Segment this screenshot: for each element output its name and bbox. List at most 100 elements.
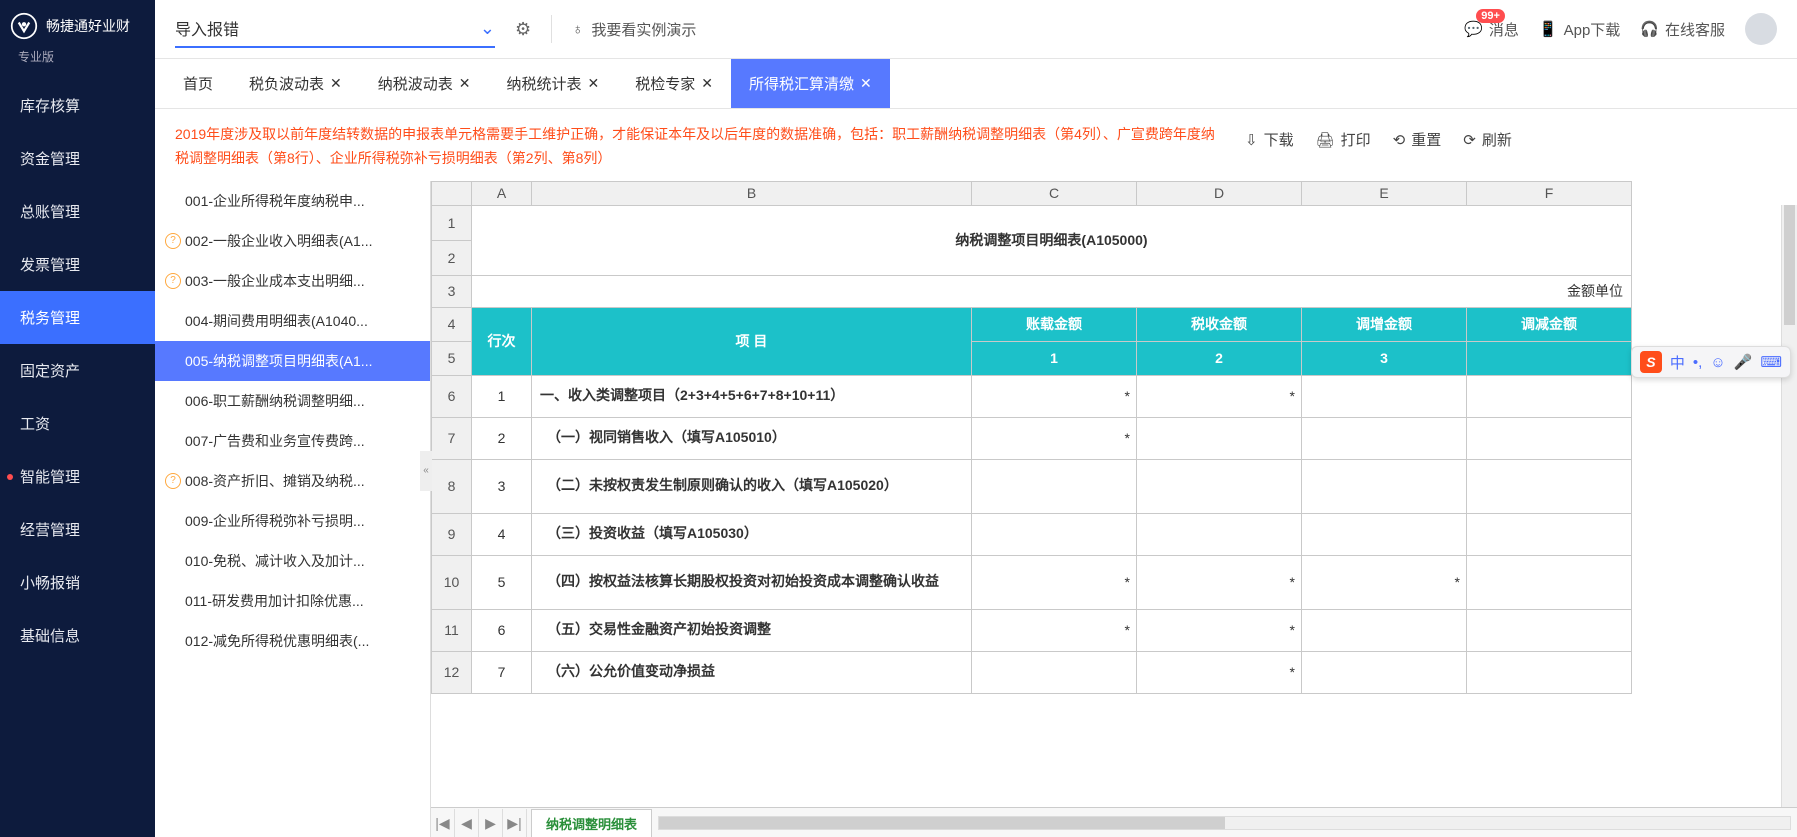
row-header[interactable]: 11 bbox=[432, 609, 472, 651]
nav-tax[interactable]: 税务管理 bbox=[0, 291, 155, 344]
tree-item[interactable]: 005-纳税调整项目明细表(A1... bbox=[155, 341, 430, 381]
row-header[interactable]: 6 bbox=[432, 375, 472, 417]
tree-item[interactable]: 002-一般企业收入明细表(A1... bbox=[155, 221, 430, 261]
cell[interactable] bbox=[1137, 513, 1302, 555]
header-num[interactable]: 1 bbox=[972, 341, 1137, 375]
cell[interactable]: （四）按权益法核算长期股权投资对初始投资成本调整确认收益 bbox=[532, 555, 972, 609]
cell[interactable]: * bbox=[972, 609, 1137, 651]
cell[interactable] bbox=[972, 651, 1137, 693]
cell[interactable] bbox=[1467, 609, 1632, 651]
tree-item[interactable]: 009-企业所得税弥补亏损明... bbox=[155, 501, 430, 541]
cell[interactable]: （一）视同销售收入（填写A105010） bbox=[532, 417, 972, 459]
cell[interactable]: 5 bbox=[472, 555, 532, 609]
sheet-scroll[interactable]: A B C D E F 1 纳税调整项目明细表(A105000) 2 bbox=[431, 181, 1797, 807]
row-header[interactable]: 12 bbox=[432, 651, 472, 693]
scrollbar-thumb[interactable] bbox=[659, 817, 1224, 829]
row-header[interactable]: 7 bbox=[432, 417, 472, 459]
cell[interactable]: * bbox=[1137, 609, 1302, 651]
unit-cell[interactable]: 金额单位 bbox=[472, 275, 1632, 307]
sheet-title[interactable]: 纳税调整项目明细表(A105000) bbox=[472, 205, 1632, 275]
app-download-button[interactable]: 📱 App下载 bbox=[1539, 19, 1620, 40]
nav-basic-info[interactable]: 基础信息 bbox=[0, 609, 155, 662]
header-num[interactable]: 3 bbox=[1302, 341, 1467, 375]
cell[interactable]: * bbox=[1137, 651, 1302, 693]
cell[interactable] bbox=[1302, 609, 1467, 651]
cell[interactable] bbox=[1137, 417, 1302, 459]
ime-punct-icon[interactable]: •, bbox=[1693, 354, 1702, 371]
tree-item[interactable]: 008-资产折旧、摊销及纳税... bbox=[155, 461, 430, 501]
nav-operations[interactable]: 经营管理 bbox=[0, 503, 155, 556]
tab-tax-payment[interactable]: 纳税波动表✕ bbox=[360, 59, 489, 108]
close-icon[interactable]: ✕ bbox=[459, 75, 471, 92]
close-icon[interactable]: ✕ bbox=[860, 75, 872, 92]
cell[interactable]: 一、收入类调整项目（2+3+4+5+6+7+8+10+11） bbox=[532, 375, 972, 417]
cell[interactable]: （二）未按权责发生制原则确认的收入（填写A105020） bbox=[532, 459, 972, 513]
tree-item[interactable]: 012-减免所得税优惠明细表(... bbox=[155, 621, 430, 661]
col-header[interactable]: C bbox=[972, 181, 1137, 205]
download-button[interactable]: ⇩下载 bbox=[1245, 129, 1294, 150]
nav-ai[interactable]: 智能管理 bbox=[0, 450, 155, 503]
reset-button[interactable]: ⟲重置 bbox=[1393, 129, 1442, 150]
cell[interactable] bbox=[1302, 513, 1467, 555]
tab-tax-expert[interactable]: 税检专家✕ bbox=[617, 59, 731, 108]
cell[interactable]: 6 bbox=[472, 609, 532, 651]
col-header[interactable]: B bbox=[532, 181, 972, 205]
horizontal-scrollbar[interactable] bbox=[658, 816, 1791, 830]
col-header[interactable]: F bbox=[1467, 181, 1632, 205]
header-tax-amount[interactable]: 税收金额 bbox=[1137, 307, 1302, 341]
tree-item[interactable]: 006-职工薪酬纳税调整明细... bbox=[155, 381, 430, 421]
cell[interactable] bbox=[1302, 459, 1467, 513]
header-item[interactable]: 项 目 bbox=[532, 307, 972, 375]
cell[interactable] bbox=[1302, 417, 1467, 459]
vertical-scrollbar[interactable] bbox=[1781, 205, 1797, 807]
ime-mic-icon[interactable]: 🎤 bbox=[1734, 353, 1753, 371]
cell[interactable] bbox=[1137, 459, 1302, 513]
cell[interactable] bbox=[1467, 513, 1632, 555]
tree-item[interactable]: 004-期间费用明细表(A1040... bbox=[155, 301, 430, 341]
header-num[interactable] bbox=[1467, 341, 1632, 375]
cell[interactable] bbox=[972, 513, 1137, 555]
cell[interactable]: 4 bbox=[472, 513, 532, 555]
gear-icon[interactable]: ⚙ bbox=[515, 19, 531, 40]
row-header[interactable]: 10 bbox=[432, 555, 472, 609]
sheet-tab[interactable]: 纳税调整明细表 bbox=[531, 809, 652, 837]
cell[interactable] bbox=[1467, 375, 1632, 417]
cell[interactable] bbox=[1467, 417, 1632, 459]
cell[interactable]: 3 bbox=[472, 459, 532, 513]
ime-keyboard-icon[interactable]: ⌨ bbox=[1760, 353, 1782, 371]
col-header[interactable]: E bbox=[1302, 181, 1467, 205]
tree-item[interactable]: 003-一般企业成本支出明细... bbox=[155, 261, 430, 301]
cell[interactable] bbox=[1302, 375, 1467, 417]
col-header[interactable]: D bbox=[1137, 181, 1302, 205]
nav-expense[interactable]: 小畅报销 bbox=[0, 556, 155, 609]
row-header[interactable]: 4 bbox=[432, 307, 472, 341]
print-button[interactable]: 🖨打印 bbox=[1316, 129, 1371, 150]
nav-invoice[interactable]: 发票管理 bbox=[0, 238, 155, 291]
cell[interactable] bbox=[1467, 459, 1632, 513]
refresh-button[interactable]: ⟳刷新 bbox=[1463, 129, 1512, 150]
nav-inventory[interactable]: 库存核算 bbox=[0, 79, 155, 132]
tab-tax-stats[interactable]: 纳税统计表✕ bbox=[489, 59, 618, 108]
col-header[interactable]: A bbox=[472, 181, 532, 205]
cell[interactable]: * bbox=[1137, 555, 1302, 609]
tab-income-tax-settlement[interactable]: 所得税汇算清缴✕ bbox=[731, 59, 890, 108]
row-header[interactable]: 1 bbox=[432, 205, 472, 240]
nav-ledger[interactable]: 总账管理 bbox=[0, 185, 155, 238]
sheet-nav-next[interactable]: ▶ bbox=[479, 809, 503, 837]
row-header[interactable]: 5 bbox=[432, 341, 472, 375]
cell[interactable]: * bbox=[972, 375, 1137, 417]
tree-item[interactable]: 010-免税、减计收入及加计... bbox=[155, 541, 430, 581]
row-header[interactable]: 2 bbox=[432, 240, 472, 275]
tab-home[interactable]: 首页 bbox=[165, 59, 231, 108]
nav-funds[interactable]: 资金管理 bbox=[0, 132, 155, 185]
nav-fixed-assets[interactable]: 固定资产 bbox=[0, 344, 155, 397]
collapse-handle[interactable]: « bbox=[420, 451, 432, 491]
header-book-amount[interactable]: 账载金额 bbox=[972, 307, 1137, 341]
sheet-nav-first[interactable]: |◀ bbox=[431, 809, 455, 837]
cell[interactable]: * bbox=[1302, 555, 1467, 609]
cell[interactable]: 7 bbox=[472, 651, 532, 693]
tree-item[interactable]: 007-广告费和业务宣传费跨... bbox=[155, 421, 430, 461]
cell[interactable]: （六）公允价值变动净损益 bbox=[532, 651, 972, 693]
support-button[interactable]: 🎧 在线客服 bbox=[1640, 19, 1725, 40]
demo-link[interactable]: ♁ 我要看实例演示 bbox=[572, 19, 696, 40]
